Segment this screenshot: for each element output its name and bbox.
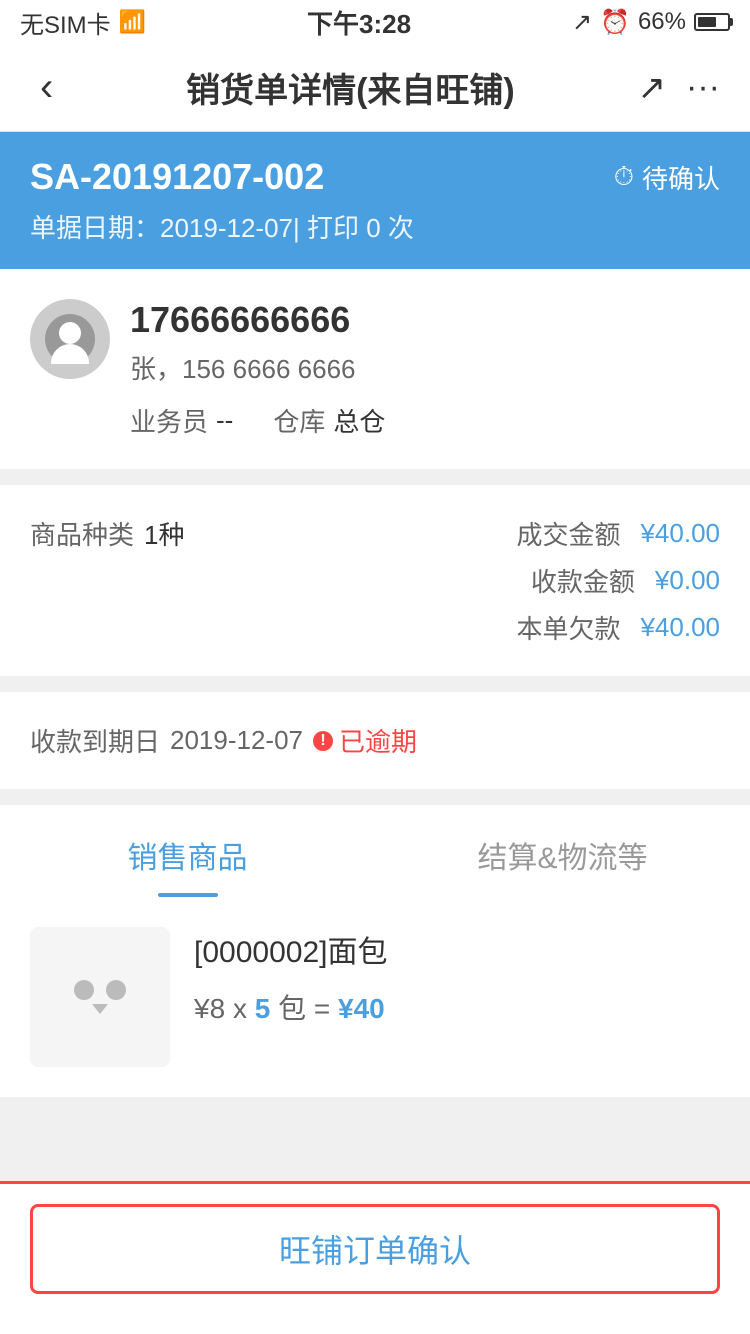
- product-type: 商品种类 1种: [30, 515, 184, 552]
- more-icon[interactable]: ···: [686, 68, 720, 107]
- overdue-badge: ! 已逾期: [313, 722, 417, 759]
- due-date-label: 收款到期日: [30, 722, 160, 759]
- nav-actions: ↗ ···: [638, 68, 720, 108]
- receipt-amount-label: 收款金额: [531, 562, 635, 599]
- balance-row: 本单欠款 ¥40.00: [516, 609, 720, 646]
- price-unit: 包: [278, 993, 306, 1024]
- customer-phone: 17666666666: [130, 299, 720, 341]
- product-info: [0000002]面包 ¥8 x 5 包 = ¥40: [194, 927, 720, 1027]
- receipt-amount-row: 收款金额 ¥0.00: [531, 562, 720, 599]
- customer-meta: 业务员 -- 仓库 总仓: [130, 402, 720, 439]
- product-item: [0000002]面包 ¥8 x 5 包 = ¥40: [0, 897, 750, 1097]
- customer-avatar: [30, 299, 110, 379]
- owl-eye-left: [74, 980, 94, 1000]
- product-img-inner: [74, 980, 126, 1014]
- product-type-value: 1种: [144, 515, 184, 552]
- status-clock-icon: ⏱: [614, 161, 634, 193]
- due-date-value: 2019-12-07: [170, 725, 303, 756]
- print-info: | 打印 0 次: [293, 213, 414, 243]
- customer-name: 张，156 6666 6666: [130, 349, 720, 386]
- location-icon: ↗: [572, 8, 592, 37]
- warehouse-label: 仓库: [273, 402, 325, 439]
- order-date-row: 单据日期：2019-12-07| 打印 0 次: [30, 208, 720, 245]
- product-type-label: 商品种类: [30, 515, 134, 552]
- confirm-order-button[interactable]: 旺铺订单确认: [30, 1204, 720, 1294]
- overdue-icon: !: [313, 731, 333, 751]
- deal-amount-row: 成交金额 ¥40.00: [516, 515, 720, 552]
- owl-beak: [92, 1004, 108, 1014]
- product-price: ¥8 x 5 包 = ¥40: [194, 987, 720, 1027]
- page-title: 销货单详情(来自旺铺): [186, 63, 515, 112]
- staff-item: 业务员 --: [130, 402, 233, 439]
- amount-summary: 成交金额 ¥40.00 收款金额 ¥0.00 本单欠款 ¥40.00: [516, 515, 720, 646]
- due-date-section: 收款到期日 2019-12-07 ! 已逾期: [0, 692, 750, 789]
- status-right: ↗ ⏰ 66%: [572, 8, 730, 37]
- overdue-text: 已逾期: [339, 722, 417, 759]
- balance-value: ¥40.00: [640, 612, 720, 643]
- owl-eye-right: [106, 980, 126, 1000]
- warehouse-item: 仓库 总仓: [273, 402, 385, 439]
- order-status: ⏱ 待确认: [614, 159, 720, 196]
- tab-products-label: 销售商品: [128, 842, 248, 875]
- customer-info: 17666666666 张，156 6666 6666 业务员 -- 仓库 总仓: [130, 299, 720, 439]
- product-name: [0000002]面包: [194, 927, 720, 971]
- owl-eyes: [74, 980, 126, 1000]
- nav-bar: ‹ 销货单详情(来自旺铺) ↗ ···: [0, 44, 750, 132]
- order-banner: SA-20191207-002 ⏱ 待确认 单据日期：2019-12-07| 打…: [0, 132, 750, 269]
- staff-value: --: [216, 405, 233, 436]
- share-icon[interactable]: ↗: [638, 68, 667, 108]
- due-date-row: 收款到期日 2019-12-07 ! 已逾期: [30, 722, 720, 759]
- price-per-unit: ¥8: [194, 993, 225, 1024]
- product-title: 面包: [327, 936, 387, 969]
- wifi-icon: 📶: [119, 9, 146, 35]
- balance-label: 本单欠款: [516, 609, 620, 646]
- tabs-container: 销售商品 结算&物流等: [0, 805, 750, 897]
- date-label: 单据日期：: [30, 213, 160, 243]
- status-label: 待确认: [642, 159, 720, 196]
- status-left: 无SIM卡 📶: [20, 5, 146, 40]
- back-button[interactable]: ‹: [30, 55, 63, 120]
- battery-text: 66%: [638, 8, 686, 36]
- battery-icon: [694, 13, 730, 31]
- status-time: 下午3:28: [307, 4, 411, 41]
- order-id-row: SA-20191207-002 ⏱ 待确认: [30, 156, 720, 198]
- order-date-value: 2019-12-07: [160, 213, 293, 243]
- carrier-text: 无SIM卡: [20, 5, 111, 40]
- customer-section: 17666666666 张，156 6666 6666 业务员 -- 仓库 总仓: [0, 269, 750, 469]
- tab-settlement-label: 结算&物流等: [477, 842, 647, 875]
- tab-products[interactable]: 销售商品: [0, 805, 375, 897]
- price-total: ¥40: [338, 993, 385, 1024]
- avatar-icon: [45, 314, 95, 364]
- tab-settlement[interactable]: 结算&物流等: [375, 805, 750, 897]
- staff-label: 业务员: [130, 402, 208, 439]
- product-code: [0000002]: [194, 936, 327, 969]
- product-image: [30, 927, 170, 1067]
- deal-amount-value: ¥40.00: [640, 518, 720, 549]
- alarm-icon: ⏰: [600, 8, 630, 37]
- price-quantity: 5: [255, 993, 271, 1024]
- summary-section: 商品种类 1种 成交金额 ¥40.00 收款金额 ¥0.00 本单欠款 ¥40.…: [0, 485, 750, 676]
- deal-amount-label: 成交金额: [516, 515, 620, 552]
- order-id: SA-20191207-002: [30, 156, 324, 198]
- warehouse-value: 总仓: [333, 402, 385, 439]
- receipt-amount-value: ¥0.00: [655, 565, 720, 596]
- bottom-action-bar: 旺铺订单确认: [0, 1181, 750, 1334]
- price-multiplier: x: [233, 993, 247, 1024]
- price-equals: =: [314, 993, 330, 1024]
- status-bar: 无SIM卡 📶 下午3:28 ↗ ⏰ 66%: [0, 0, 750, 44]
